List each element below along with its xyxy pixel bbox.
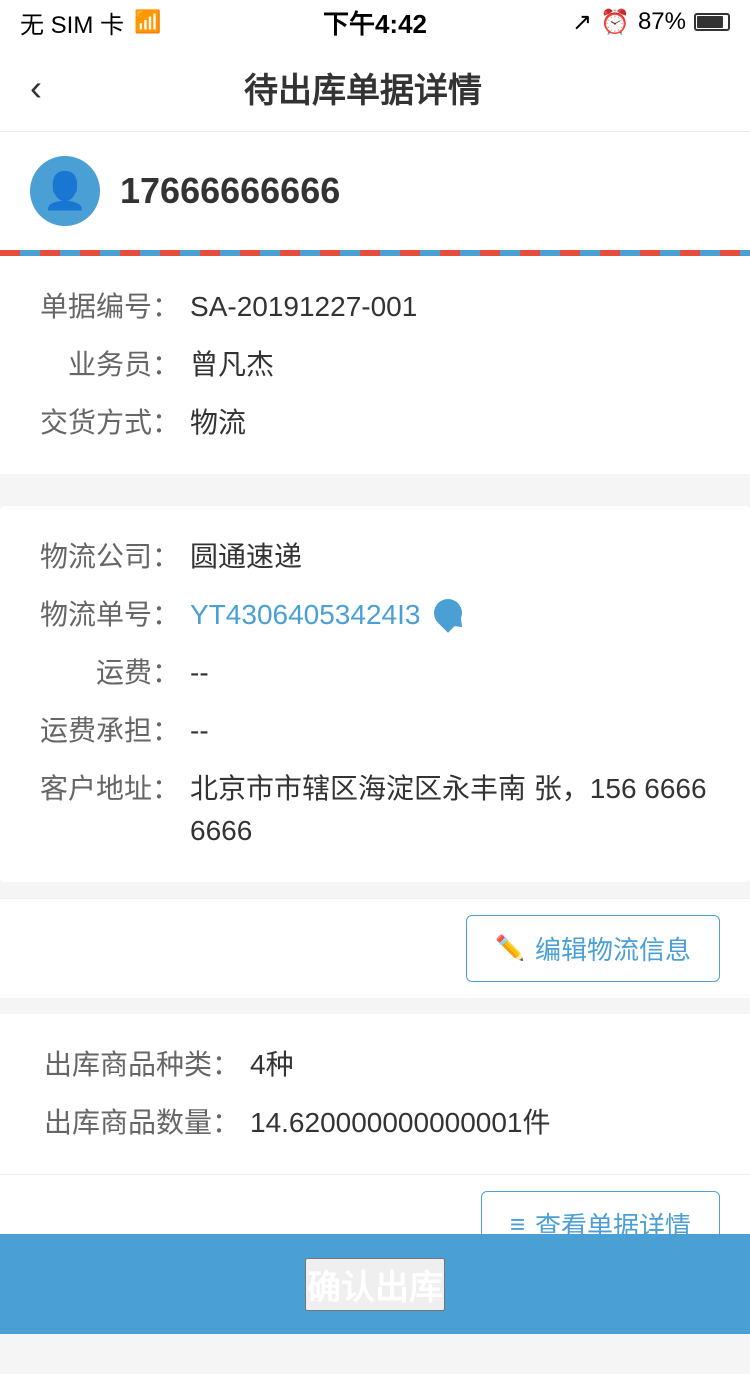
info-row-goods-types: 出库商品种类： 4种 [40,1044,710,1086]
goods-section: 出库商品种类： 4种 出库商品数量： 14.620000000000001件 [0,1014,750,1174]
label-document-number: 单据编号： [40,286,180,328]
label-goods-types: 出库商品种类： [40,1044,240,1086]
customer-header: 👤 17666666666 [0,132,750,250]
status-left: 无 SIM 卡 📶 [20,5,161,40]
info-row-salesperson: 业务员： 曾凡杰 [40,344,710,386]
avatar: 👤 [30,156,100,226]
label-logistics-company: 物流公司： [40,536,180,578]
back-button[interactable]: ‹ [30,67,42,109]
info-row-delivery-method: 交货方式： 物流 [40,402,710,444]
value-goods-quantity: 14.620000000000001件 [250,1102,710,1144]
confirm-area: 确认出库 [0,1234,750,1334]
label-goods-quantity: 出库商品数量： [40,1102,240,1144]
label-freight: 运费： [40,652,180,694]
info-row-customer-address: 客户地址： 北京市市辖区海淀区永丰南 张，156 6666 6666 [40,768,710,852]
value-freight-bearer: -- [190,710,710,752]
avatar-icon: 👤 [43,170,88,212]
info-row-logistics-company: 物流公司： 圆通速递 [40,536,710,578]
value-delivery-method: 物流 [190,402,710,444]
basic-info-section: 单据编号： SA-20191227-001 业务员： 曾凡杰 交货方式： 物流 [0,256,750,474]
logistics-card: 物流公司： 圆通速递 物流单号： YT43064053424I3 运费： -- … [0,506,750,882]
value-document-number: SA-20191227-001 [190,286,710,328]
edit-logistics-button[interactable]: ✏️ 编辑物流信息 [466,915,720,982]
value-salesperson: 曾凡杰 [190,344,710,386]
carrier-label: 无 SIM 卡 [20,5,124,40]
edit-logistics-label: 编辑物流信息 [535,930,691,967]
page-title: 待出库单据详情 [62,63,664,112]
alarm-icon: ⏰ [600,8,630,37]
label-delivery-method: 交货方式： [40,402,180,444]
label-salesperson: 业务员： [40,344,180,386]
info-row-goods-quantity: 出库商品数量： 14.620000000000001件 [40,1102,710,1144]
edit-logistics-row: ✏️ 编辑物流信息 [0,898,750,998]
value-goods-types: 4种 [250,1044,710,1086]
location-icon: ↗ [572,8,592,37]
battery-percent: 87% [638,8,686,36]
status-right: ↗ ⏰ 87% [572,8,730,37]
value-freight: -- [190,652,710,694]
gray-separator-1 [0,490,750,506]
battery-icon [694,13,730,31]
wifi-icon: 📶 [134,9,161,35]
info-row-document-number: 单据编号： SA-20191227-001 [40,286,710,328]
info-row-freight: 运费： -- [40,652,710,694]
edit-icon: ✏️ [495,934,525,963]
label-customer-address: 客户地址： [40,768,180,810]
customer-phone: 17666666666 [120,170,340,212]
info-row-tracking-number: 物流单号： YT43064053424I3 [40,594,710,636]
status-time: 下午4:42 [323,4,427,41]
location-pin-icon[interactable] [429,593,469,633]
gray-separator-2 [0,998,750,1014]
value-logistics-company: 圆通速递 [190,536,710,578]
nav-bar: ‹ 待出库单据详情 [0,44,750,132]
label-tracking-number: 物流单号： [40,594,180,636]
value-tracking-number: YT43064053424I3 [190,594,710,636]
info-row-freight-bearer: 运费承担： -- [40,710,710,752]
status-bar: 无 SIM 卡 📶 下午4:42 ↗ ⏰ 87% [0,0,750,44]
value-customer-address: 北京市市辖区海淀区永丰南 张，156 6666 6666 [190,768,710,852]
confirm-outbound-button[interactable]: 确认出库 [305,1258,445,1311]
label-freight-bearer: 运费承担： [40,710,180,752]
